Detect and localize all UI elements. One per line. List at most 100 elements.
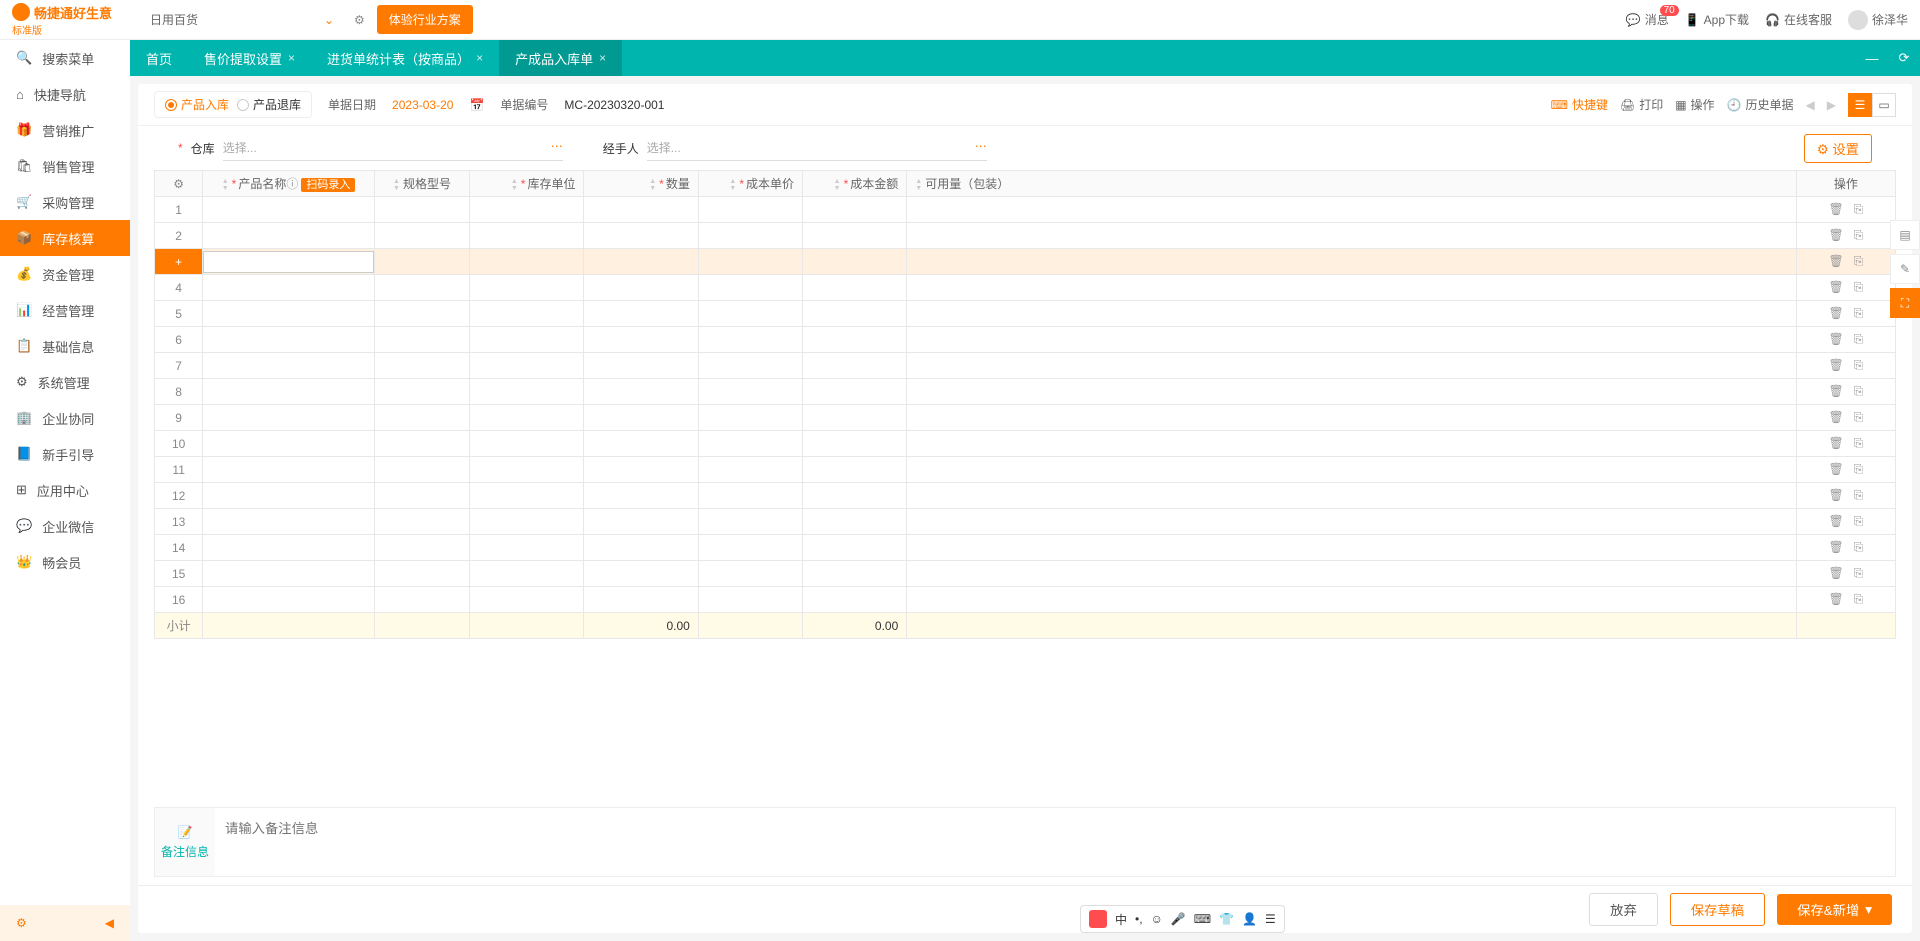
copy-icon[interactable]: ⎘	[1854, 358, 1864, 373]
operate-link[interactable]: ▦操作	[1675, 96, 1714, 113]
experience-button[interactable]: 体验行业方案	[377, 5, 473, 34]
col-amount[interactable]: ▲▼*成本金额	[803, 171, 907, 197]
sidebar-item-6[interactable]: 💰资金管理	[0, 256, 130, 292]
sidebar-item-5[interactable]: 📦库存核算	[0, 220, 130, 256]
copy-icon[interactable]: ⎘	[1854, 384, 1864, 399]
copy-icon[interactable]: ⎘	[1854, 566, 1864, 581]
col-price[interactable]: ▲▼*成本单价	[698, 171, 802, 197]
tab-minimize[interactable]: —	[1856, 40, 1888, 76]
copy-icon[interactable]: ⎘	[1854, 254, 1864, 269]
sidebar-item-14[interactable]: 👑畅会员	[0, 544, 130, 580]
handler-select[interactable]: 选择...⋯	[647, 135, 987, 161]
history-link[interactable]: 🕘历史单据	[1727, 96, 1794, 113]
sidebar-item-1[interactable]: ⌂快捷导航	[0, 76, 130, 112]
table-row[interactable]: 15🗑⎘	[155, 561, 1896, 587]
dock-item-1[interactable]: ▤	[1890, 220, 1920, 250]
tab-3[interactable]: 产成品入库单×	[499, 40, 622, 76]
print-link[interactable]: 🖨打印	[1620, 96, 1663, 113]
sidebar-item-13[interactable]: 💬企业微信	[0, 508, 130, 544]
dock-item-2[interactable]: ✎	[1890, 254, 1920, 284]
collapse-icon[interactable]: ◀	[105, 916, 114, 930]
ime-lang[interactable]: 中	[1115, 911, 1127, 928]
col-avail[interactable]: ▲▼可用量（包装）	[907, 171, 1797, 197]
save-new-button[interactable]: 保存&新增▾	[1777, 894, 1892, 925]
copy-icon[interactable]: ⎘	[1854, 332, 1864, 347]
ime-icon[interactable]	[1089, 910, 1107, 928]
table-row[interactable]: 2🗑⎘	[155, 223, 1896, 249]
sidebar-item-12[interactable]: ⊞应用中心	[0, 472, 130, 508]
table-row[interactable]: 6🗑⎘	[155, 327, 1896, 353]
delete-icon[interactable]: 🗑	[1828, 514, 1843, 529]
sidebar-item-2[interactable]: 🎁营销推广	[0, 112, 130, 148]
delete-icon[interactable]: 🗑	[1828, 228, 1843, 243]
prev-icon[interactable]: ◀	[1806, 98, 1815, 112]
radio-out[interactable]: 产品退库	[237, 96, 301, 113]
copy-icon[interactable]: ⎘	[1854, 202, 1864, 217]
copy-icon[interactable]: ⎘	[1854, 410, 1864, 425]
copy-icon[interactable]: ⎘	[1854, 488, 1864, 503]
product-name-input[interactable]	[203, 251, 374, 273]
gear-icon[interactable]: ⚙	[354, 13, 365, 27]
view-list[interactable]: ☰	[1848, 93, 1872, 117]
view-card[interactable]: ▭	[1872, 93, 1896, 117]
col-gear[interactable]: ⚙	[155, 171, 203, 197]
table-row[interactable]: 10🗑⎘	[155, 431, 1896, 457]
table-row[interactable]: 4🗑⎘	[155, 275, 1896, 301]
copy-icon[interactable]: ⎘	[1854, 540, 1864, 555]
delete-icon[interactable]: 🗑	[1828, 462, 1843, 477]
messages-link[interactable]: 💬 消息 70	[1626, 11, 1669, 28]
table-row[interactable]: 5🗑⎘	[155, 301, 1896, 327]
next-icon[interactable]: ▶	[1827, 98, 1836, 112]
save-draft-button[interactable]: 保存草稿	[1670, 893, 1765, 926]
tab-2[interactable]: 进货单统计表（按商品）×	[311, 40, 499, 76]
table-row[interactable]: 16🗑⎘	[155, 587, 1896, 613]
copy-icon[interactable]: ⎘	[1854, 306, 1864, 321]
copy-icon[interactable]: ⎘	[1854, 462, 1864, 477]
date-value[interactable]: 2023-03-20	[392, 98, 453, 112]
col-unit[interactable]: ▲▼*库存单位	[470, 171, 584, 197]
sidebar-item-0[interactable]: 🔍搜索菜单	[0, 40, 130, 76]
delete-icon[interactable]: 🗑	[1828, 410, 1843, 425]
delete-icon[interactable]: 🗑	[1828, 436, 1843, 451]
delete-icon[interactable]: 🗑	[1828, 488, 1843, 503]
delete-icon[interactable]: 🗑	[1828, 566, 1843, 581]
copy-icon[interactable]: ⎘	[1854, 280, 1864, 295]
copy-icon[interactable]: ⎘	[1854, 436, 1864, 451]
table-row[interactable]: 1🗑⎘	[155, 197, 1896, 223]
tab-refresh[interactable]: ⟳	[1888, 40, 1920, 76]
support-link[interactable]: 🎧在线客服	[1765, 11, 1832, 28]
warehouse-select[interactable]: 选择...⋯	[223, 135, 563, 161]
delete-icon[interactable]: 🗑	[1828, 384, 1843, 399]
shortcut-link[interactable]: ⌨快捷键	[1551, 96, 1608, 113]
tab-0[interactable]: 首页	[130, 40, 188, 76]
category-dropdown[interactable]: 日用百货 ⌄	[142, 6, 342, 34]
table-row[interactable]: 8🗑⎘	[155, 379, 1896, 405]
scan-badge[interactable]: 扫码录入	[301, 178, 355, 192]
sidebar-item-7[interactable]: 📊经营管理	[0, 292, 130, 328]
settings-icon[interactable]: ⚙	[16, 916, 27, 930]
close-icon[interactable]: ×	[476, 51, 483, 65]
col-spec[interactable]: ▲▼规格型号	[374, 171, 469, 197]
delete-icon[interactable]: 🗑	[1828, 332, 1843, 347]
table-row[interactable]: 7🗑⎘	[155, 353, 1896, 379]
close-icon[interactable]: ×	[599, 51, 606, 65]
discard-button[interactable]: 放弃	[1589, 893, 1658, 926]
radio-in[interactable]: 产品入库	[165, 96, 229, 113]
add-row-icon[interactable]: +	[171, 254, 187, 270]
copy-icon[interactable]: ⎘	[1854, 228, 1864, 243]
delete-icon[interactable]: 🗑	[1828, 358, 1843, 373]
table-row[interactable]: 12🗑⎘	[155, 483, 1896, 509]
delete-icon[interactable]: 🗑	[1828, 306, 1843, 321]
table-row[interactable]: 14🗑⎘	[155, 535, 1896, 561]
dock-item-3[interactable]: ⛶	[1890, 288, 1920, 318]
sidebar-item-4[interactable]: 🛒采购管理	[0, 184, 130, 220]
delete-icon[interactable]: 🗑	[1828, 540, 1843, 555]
delete-icon[interactable]: 🗑	[1828, 202, 1843, 217]
sidebar-item-8[interactable]: 📋基础信息	[0, 328, 130, 364]
table-row[interactable]: +🗑⎘	[155, 249, 1896, 275]
col-name[interactable]: ▲▼*产品名称ⓘ扫码录入	[203, 171, 375, 197]
sidebar-item-9[interactable]: ⚙系统管理	[0, 364, 130, 400]
copy-icon[interactable]: ⎘	[1854, 592, 1864, 607]
settings-button[interactable]: ⚙ 设置	[1804, 134, 1872, 163]
copy-icon[interactable]: ⎘	[1854, 514, 1864, 529]
